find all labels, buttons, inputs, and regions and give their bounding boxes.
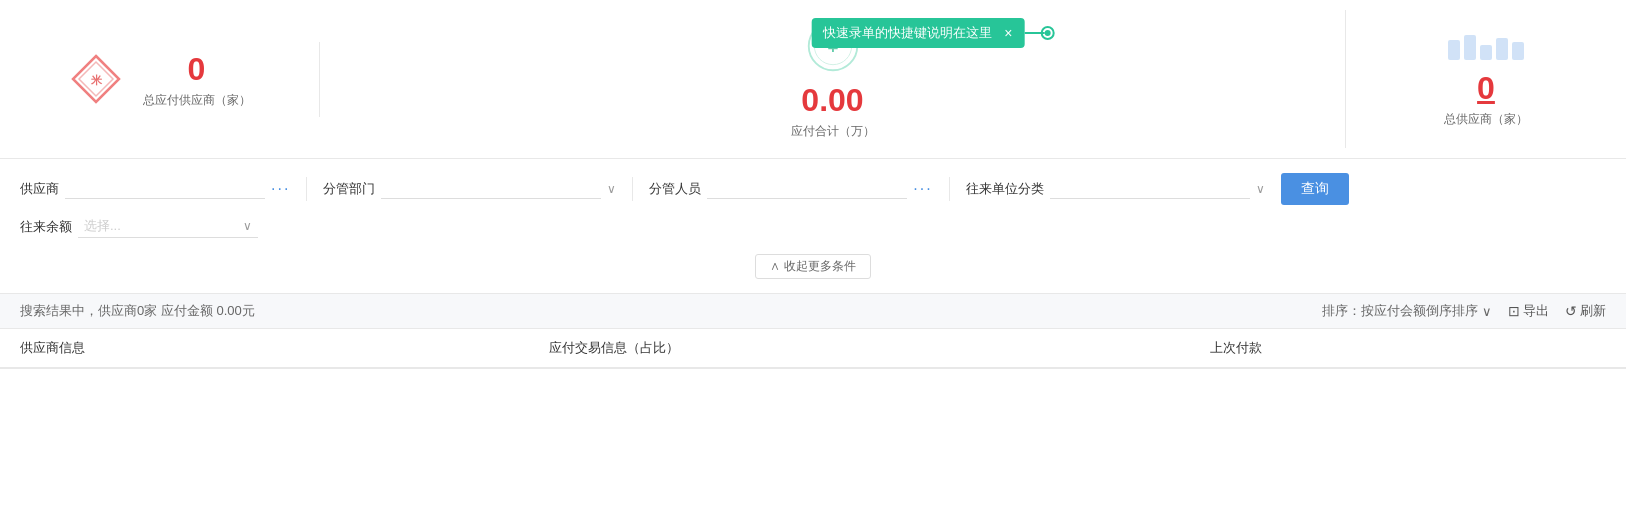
filter-row-1: 供应商 ··· 分管部门 ∨ 分管人员 ··· 往来单位分类 ∨ 查询 [20, 173, 1606, 205]
unit-category-input[interactable] [1050, 179, 1250, 199]
svg-rect-9 [1496, 38, 1508, 60]
shortcut-tooltip-text: 快速录单的快捷键说明在这里 [823, 24, 992, 42]
col-payment-header: 上次付款 [1210, 339, 1607, 357]
table-body [0, 369, 1626, 515]
divider-2 [632, 177, 633, 201]
department-label: 分管部门 [323, 180, 375, 198]
sort-label: 排序：按应付会额倒序排序 [1322, 302, 1478, 320]
collapse-bar: ∧ 收起更多条件 [20, 248, 1606, 289]
unit-category-arrow[interactable]: ∨ [1256, 182, 1265, 196]
logo-diamond-icon: 米 [69, 52, 123, 106]
sort-arrow-icon: ∨ [1482, 304, 1492, 319]
department-filter-group: 分管部门 ∨ [323, 179, 616, 199]
export-label: 导出 [1523, 302, 1549, 320]
unit-category-label: 往来单位分类 [966, 180, 1044, 198]
balance-filter-group: 往来余额 选择... ∨ [20, 215, 258, 238]
refresh-icon: ↺ [1565, 303, 1577, 319]
balance-select[interactable]: 选择... ∨ [78, 215, 258, 238]
balance-placeholder: 选择... [84, 217, 121, 235]
result-info: 搜索结果中，供应商0家 应付金额 0.00元 [20, 302, 255, 320]
col-transaction-header: 应付交易信息（占比） [549, 339, 1210, 357]
data-table: 供应商信息 应付交易信息（占比） 上次付款 [0, 329, 1626, 515]
refresh-label: 刷新 [1580, 302, 1606, 320]
svg-rect-10 [1512, 42, 1524, 60]
col-supplier-header: 供应商信息 [20, 339, 549, 357]
summary-bar: 米 0 总应付供应商（家） ¥ 0.00 应付合计（万） 快速录单的快捷键说明在… [0, 0, 1626, 159]
divider-3 [949, 177, 950, 201]
manager-input[interactable] [707, 179, 907, 199]
svg-rect-7 [1464, 35, 1476, 60]
unit-category-filter-group: 往来单位分类 ∨ [966, 179, 1265, 199]
svg-rect-6 [1448, 40, 1460, 60]
department-input[interactable] [381, 179, 601, 199]
chart-icon [1446, 30, 1526, 63]
svg-text:米: 米 [89, 74, 102, 86]
total-suppliers-number: 0 [1477, 69, 1495, 107]
result-bar: 搜索结果中，供应商0家 应付金额 0.00元 排序：按应付会额倒序排序 ∨ ⊡ … [0, 294, 1626, 329]
manager-dots[interactable]: ··· [913, 180, 932, 198]
shortcut-tooltip: 快速录单的快捷键说明在这里 × [811, 18, 1024, 48]
result-actions: 排序：按应付会额倒序排序 ∨ ⊡ 导出 ↺ 刷新 [1322, 302, 1606, 320]
svg-rect-8 [1480, 45, 1492, 60]
export-icon: ⊡ [1508, 303, 1520, 319]
payable-suppliers-label: 总应付供应商（家） [143, 92, 251, 109]
supplier-filter-group: 供应商 ··· [20, 179, 290, 199]
export-button[interactable]: ⊡ 导出 [1508, 302, 1549, 320]
filter-row-2: 往来余额 选择... ∨ [20, 215, 1606, 238]
department-arrow[interactable]: ∨ [607, 182, 616, 196]
payable-total-number: 0.00 [801, 81, 863, 119]
table-header: 供应商信息 应付交易信息（占比） 上次付款 [0, 329, 1626, 369]
collapse-button[interactable]: ∧ 收起更多条件 [755, 254, 870, 279]
payable-suppliers-number: 0 [188, 50, 206, 88]
summary-payable-total: ¥ 0.00 应付合计（万） 快速录单的快捷键说明在这里 × [320, 10, 1346, 148]
sort-dropdown[interactable]: 排序：按应付会额倒序排序 ∨ [1322, 302, 1492, 320]
supplier-label: 供应商 [20, 180, 59, 198]
tooltip-dot [1042, 28, 1052, 38]
manager-label: 分管人员 [649, 180, 701, 198]
payable-total-label: 应付合计（万） [791, 123, 875, 140]
supplier-dots[interactable]: ··· [271, 180, 290, 198]
total-suppliers-label: 总供应商（家） [1444, 111, 1528, 128]
filter-area: 供应商 ··· 分管部门 ∨ 分管人员 ··· 往来单位分类 ∨ 查询 [0, 159, 1626, 294]
summary-payable-suppliers: 米 0 总应付供应商（家） [0, 42, 320, 117]
manager-filter-group: 分管人员 ··· [649, 179, 932, 199]
supplier-input[interactable] [65, 179, 265, 199]
tooltip-close-btn[interactable]: × [1004, 25, 1012, 41]
summary-total-suppliers: 0 总供应商（家） [1346, 22, 1626, 136]
balance-arrow: ∨ [243, 219, 252, 233]
divider-1 [306, 177, 307, 201]
balance-label: 往来余额 [20, 218, 72, 236]
query-button[interactable]: 查询 [1281, 173, 1349, 205]
refresh-button[interactable]: ↺ 刷新 [1565, 302, 1606, 320]
